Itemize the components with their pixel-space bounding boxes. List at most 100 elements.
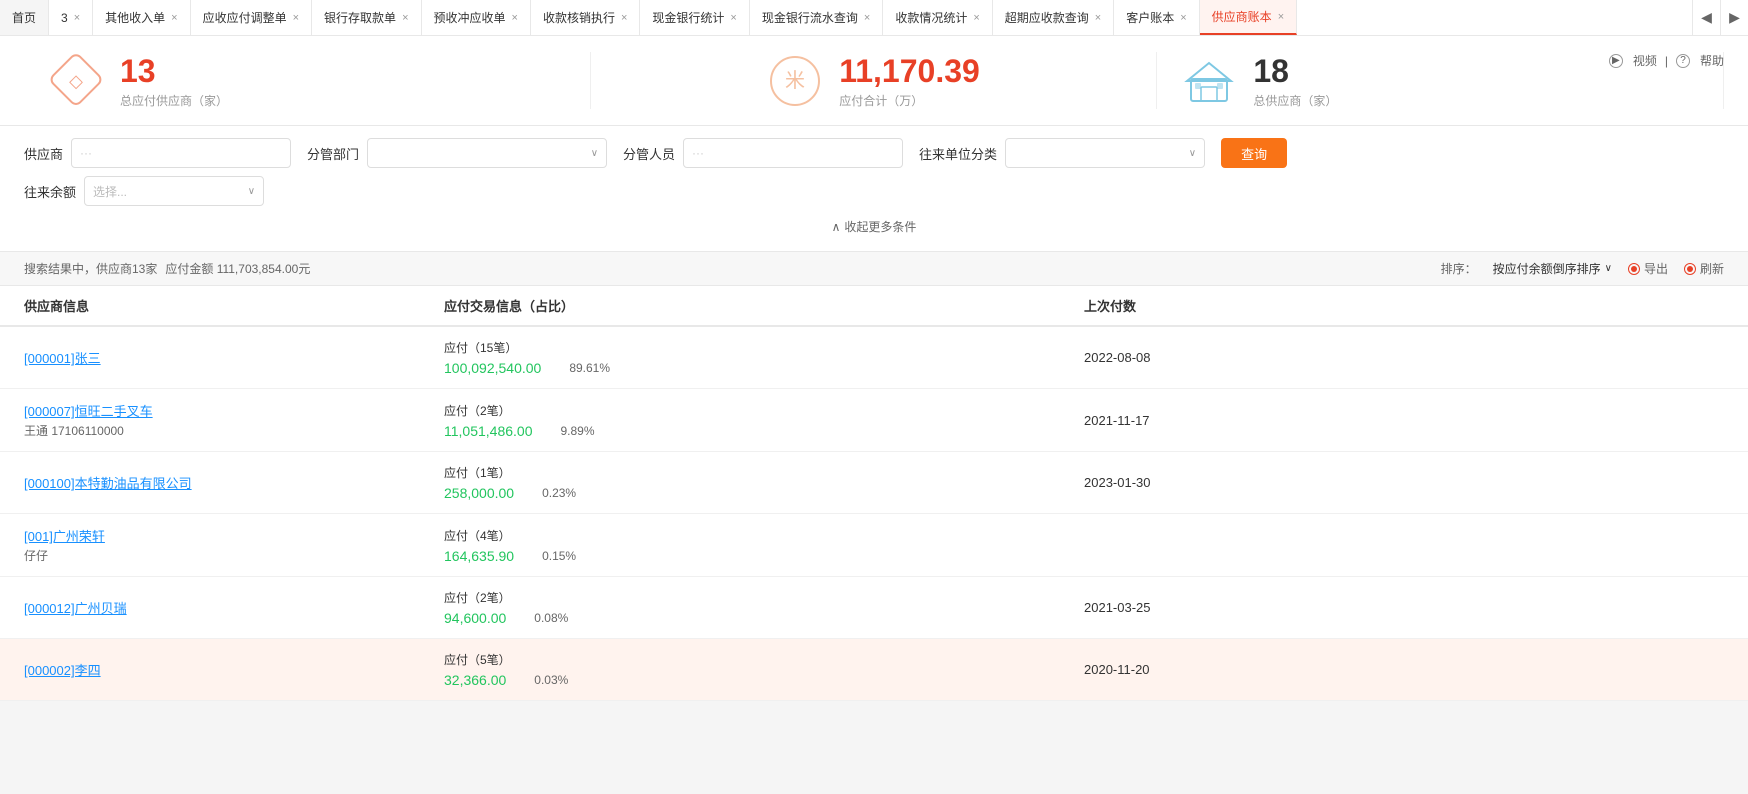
close-tab-payment-stat[interactable]: × bbox=[973, 12, 979, 24]
nav-tab-other-income[interactable]: 其他收入单× bbox=[93, 0, 190, 35]
dept-select[interactable]: ∨ bbox=[367, 138, 607, 168]
filter-unit-type: 往来单位分类 ∨ bbox=[919, 138, 1205, 168]
export-button[interactable]: 导出 bbox=[1628, 260, 1668, 277]
card-info-3: 18 总供应商（家） bbox=[1253, 52, 1337, 109]
query-button[interactable]: 查询 bbox=[1221, 138, 1287, 168]
collapse-bar[interactable]: ∧ 收起更多条件 bbox=[24, 214, 1724, 239]
filter-supplier: 供应商 ··· bbox=[24, 138, 291, 168]
top-nav: 首页3×其他收入单×应收应付调整单×银行存取款单×预收冲应收单×收款核销执行×现… bbox=[0, 0, 1748, 36]
nav-tab-prepay-ar[interactable]: 预收冲应收单× bbox=[422, 0, 531, 35]
card-label-3: 总供应商（家） bbox=[1253, 92, 1337, 109]
last-date-2: 2023-01-30 bbox=[1084, 475, 1151, 490]
sort-label: 排序： bbox=[1441, 260, 1477, 277]
payable-amount-2[interactable]: 258,000.00 bbox=[444, 485, 514, 501]
payable-percent-2: 0.23% bbox=[542, 486, 576, 500]
supplier-input[interactable]: ··· bbox=[71, 138, 291, 168]
nav-tab-payment-stat[interactable]: 收款情况统计× bbox=[883, 0, 992, 35]
supplier-cell-3: [001]广州荣轩仔仔 bbox=[24, 526, 444, 564]
nav-prev-arrow[interactable]: ◀ bbox=[1692, 0, 1720, 35]
close-tab-cash-bank-flow[interactable]: × bbox=[864, 12, 870, 24]
close-tab-ar-ap-adjust[interactable]: × bbox=[293, 12, 299, 24]
card-number-3: 18 bbox=[1253, 52, 1337, 90]
balance-select[interactable]: 选择... ∨ bbox=[84, 176, 264, 206]
last-payment-cell-4: 2021-03-25 bbox=[1084, 600, 1724, 615]
supplier-link-1[interactable]: [000007]恒旺二手叉车 bbox=[24, 404, 153, 419]
nav-tab-overdue-ar[interactable]: 超期应收款查询× bbox=[993, 0, 1114, 35]
result-text-2: 应付金额 111,703,854.00元 bbox=[165, 260, 310, 277]
summary-section: ◇ 13 总应付供应商（家） 米 11,170.39 应付合计（万） bbox=[0, 36, 1748, 126]
card-icon-2: 米 bbox=[767, 53, 823, 109]
payable-count-2: 应付（1笔） bbox=[444, 464, 511, 481]
payable-row-0: 100,092,540.0089.61% bbox=[444, 360, 610, 376]
supplier-link-0[interactable]: [000001]张三 bbox=[24, 351, 101, 366]
person-label: 分管人员 bbox=[623, 144, 675, 163]
transaction-cell-0: 应付（15笔）100,092,540.0089.61% bbox=[444, 339, 1084, 376]
card-icon-3 bbox=[1181, 53, 1237, 109]
balance-value: 选择... bbox=[93, 183, 127, 200]
balance-chevron-icon: ∨ bbox=[248, 186, 255, 197]
last-payment-cell-1: 2021-11-17 bbox=[1084, 413, 1724, 428]
unit-type-select[interactable]: ∨ bbox=[1005, 138, 1205, 168]
payable-count-1: 应付（2笔） bbox=[444, 402, 511, 419]
nav-tab-payment-verify[interactable]: 收款核销执行× bbox=[531, 0, 640, 35]
card-label-1: 总应付供应商（家） bbox=[120, 92, 228, 109]
payable-amount-0[interactable]: 100,092,540.00 bbox=[444, 360, 541, 376]
payable-amount-1[interactable]: 11,051,486.00 bbox=[444, 423, 533, 439]
refresh-button[interactable]: 刷新 bbox=[1684, 260, 1724, 277]
last-date-1: 2021-11-17 bbox=[1084, 413, 1150, 428]
collapse-icon: ∧ bbox=[832, 220, 841, 234]
nav-tab-home[interactable]: 首页 bbox=[0, 0, 49, 35]
filter-section: 供应商 ··· 分管部门 ∨ 分管人员 ··· 往来单位分类 ∨ bbox=[0, 126, 1748, 252]
close-tab-overdue-ar[interactable]: × bbox=[1095, 12, 1101, 24]
card-number-2: 11,170.39 bbox=[839, 52, 980, 90]
payable-amount-5[interactable]: 32,366.00 bbox=[444, 672, 506, 688]
supplier-cell-1: [000007]恒旺二手叉车王通 17106110000 bbox=[24, 401, 444, 439]
close-tab-prepay-ar[interactable]: × bbox=[512, 12, 518, 24]
table-row: [000007]恒旺二手叉车王通 17106110000应付（2笔） 11,051… bbox=[0, 389, 1748, 452]
unit-type-label: 往来单位分类 bbox=[919, 144, 997, 163]
supplier-cell-0: [000001]张三 bbox=[24, 348, 444, 367]
nav-next-arrow[interactable]: ▶ bbox=[1720, 0, 1748, 35]
video-link[interactable]: 视频 bbox=[1633, 52, 1657, 69]
supplier-link-5[interactable]: [000002]李四 bbox=[24, 663, 101, 678]
nav-tab-tab3[interactable]: 3× bbox=[49, 0, 93, 35]
nav-tab-cash-bank-flow[interactable]: 现金银行流水查询× bbox=[750, 0, 883, 35]
card-label-2: 应付合计（万） bbox=[839, 92, 980, 109]
filter-row-2: 往来余额 选择... ∨ bbox=[24, 176, 1724, 206]
result-text-1: 搜索结果中，供应商13家 bbox=[24, 260, 157, 277]
payable-amount-4[interactable]: 94,600.00 bbox=[444, 610, 506, 626]
close-tab-payment-verify[interactable]: × bbox=[621, 12, 627, 24]
sort-value[interactable]: 按应付余额倒序排序 ∨ bbox=[1493, 260, 1612, 277]
payable-percent-3: 0.15% bbox=[542, 549, 576, 563]
close-tab-cash-bank-stat[interactable]: × bbox=[730, 12, 736, 24]
card-icon-1: ◇ bbox=[48, 53, 104, 109]
supplier-link-3[interactable]: [001]广州荣轩 bbox=[24, 529, 105, 544]
person-input[interactable]: ··· bbox=[683, 138, 903, 168]
close-tab-tab3[interactable]: × bbox=[74, 12, 80, 24]
table-header: 供应商信息 应付交易信息（占比） 上次付数 bbox=[0, 286, 1748, 327]
card-info-1: 13 总应付供应商（家） bbox=[120, 52, 228, 109]
close-tab-other-income[interactable]: × bbox=[171, 12, 177, 24]
supplier-link-2[interactable]: [000100]本特勤油品有限公司 bbox=[24, 476, 192, 491]
header-transaction: 应付交易信息（占比） bbox=[444, 296, 1084, 315]
person-input-dots: ··· bbox=[692, 146, 704, 160]
nav-tab-bank-deposit[interactable]: 银行存取款单× bbox=[312, 0, 421, 35]
export-label: 导出 bbox=[1644, 260, 1668, 277]
supplier-link-4[interactable]: [000012]广州贝瑞 bbox=[24, 601, 127, 616]
close-tab-supplier-ledger[interactable]: × bbox=[1278, 11, 1284, 23]
supplier-sub-1: 王通 17106110000 bbox=[24, 422, 444, 439]
last-date-5: 2020-11-20 bbox=[1084, 662, 1150, 677]
nav-tab-cash-bank-stat[interactable]: 现金银行统计× bbox=[640, 0, 749, 35]
top-right-links: ▶ 视频 | ? 帮助 bbox=[1609, 52, 1724, 69]
help-link[interactable]: 帮助 bbox=[1700, 52, 1724, 69]
nav-tab-customer-ledger[interactable]: 客户账本× bbox=[1114, 0, 1199, 35]
close-tab-bank-deposit[interactable]: × bbox=[402, 12, 408, 24]
nav-tab-ar-ap-adjust[interactable]: 应收应付调整单× bbox=[191, 0, 312, 35]
last-payment-cell-0: 2022-08-08 bbox=[1084, 350, 1724, 365]
table-row: [000002]李四应付（5笔）32,366.000.03%2020-11-20 bbox=[0, 639, 1748, 701]
nav-tab-supplier-ledger[interactable]: 供应商账本× bbox=[1200, 0, 1297, 35]
payable-row-3: 164,635.90 0.15% bbox=[444, 548, 576, 564]
svg-text:米: 米 bbox=[785, 69, 805, 92]
payable-amount-3[interactable]: 164,635.90 bbox=[444, 548, 514, 564]
close-tab-customer-ledger[interactable]: × bbox=[1180, 12, 1186, 24]
